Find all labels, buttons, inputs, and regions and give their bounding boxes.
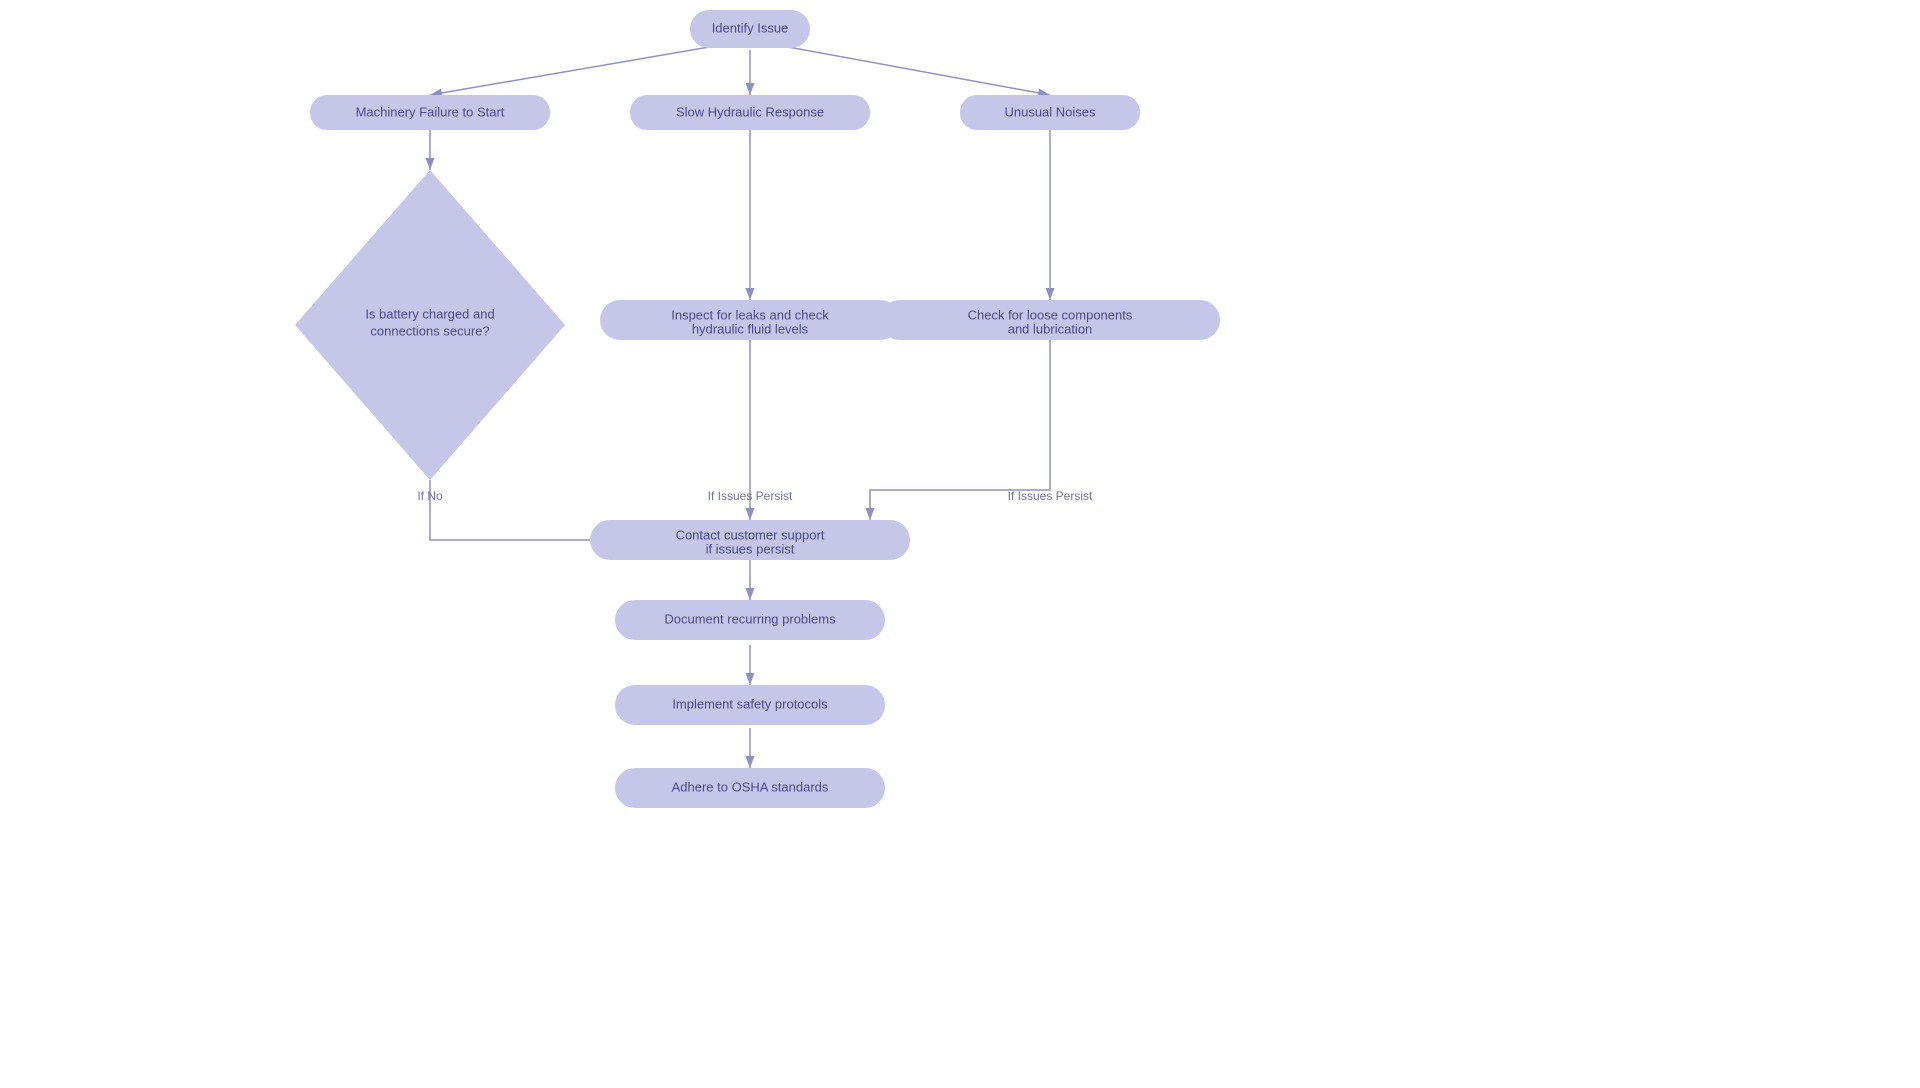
if-issues-persist-label-2: If Issues Persist [1008,489,1093,503]
battery-question-label-1: Is battery charged and [365,306,494,321]
check-loose-label-1: Check for loose components [968,307,1133,322]
contact-support-label-2: if issues persist [706,541,795,556]
document-problems-label: Document recurring problems [664,611,836,626]
slow-hydraulic-label: Slow Hydraulic Response [676,104,824,119]
contact-support-label-1: Contact customer support [676,527,825,542]
check-loose-label-2: and lubrication [1008,321,1093,336]
inspect-leaks-label-1: Inspect for leaks and check [671,307,829,322]
flowchart-container: Identify Issue Machinery Failure to Star… [0,0,1920,1083]
arrow-identify-to-noises [750,40,1050,95]
arrow-identify-to-machinery [430,40,750,95]
machinery-failure-label: Machinery Failure to Start [356,104,505,119]
if-issues-persist-label-1: If Issues Persist [708,489,793,503]
inspect-leaks-label-2: hydraulic fluid levels [692,321,809,336]
identify-issue-label: Identify Issue [712,20,789,35]
battery-question-label-2: connections secure? [370,323,489,338]
unusual-noises-label: Unusual Noises [1004,104,1096,119]
if-no-label: If No [417,489,443,503]
safety-protocols-label: Implement safety protocols [672,696,828,711]
osha-standards-label: Adhere to OSHA standards [672,779,829,794]
